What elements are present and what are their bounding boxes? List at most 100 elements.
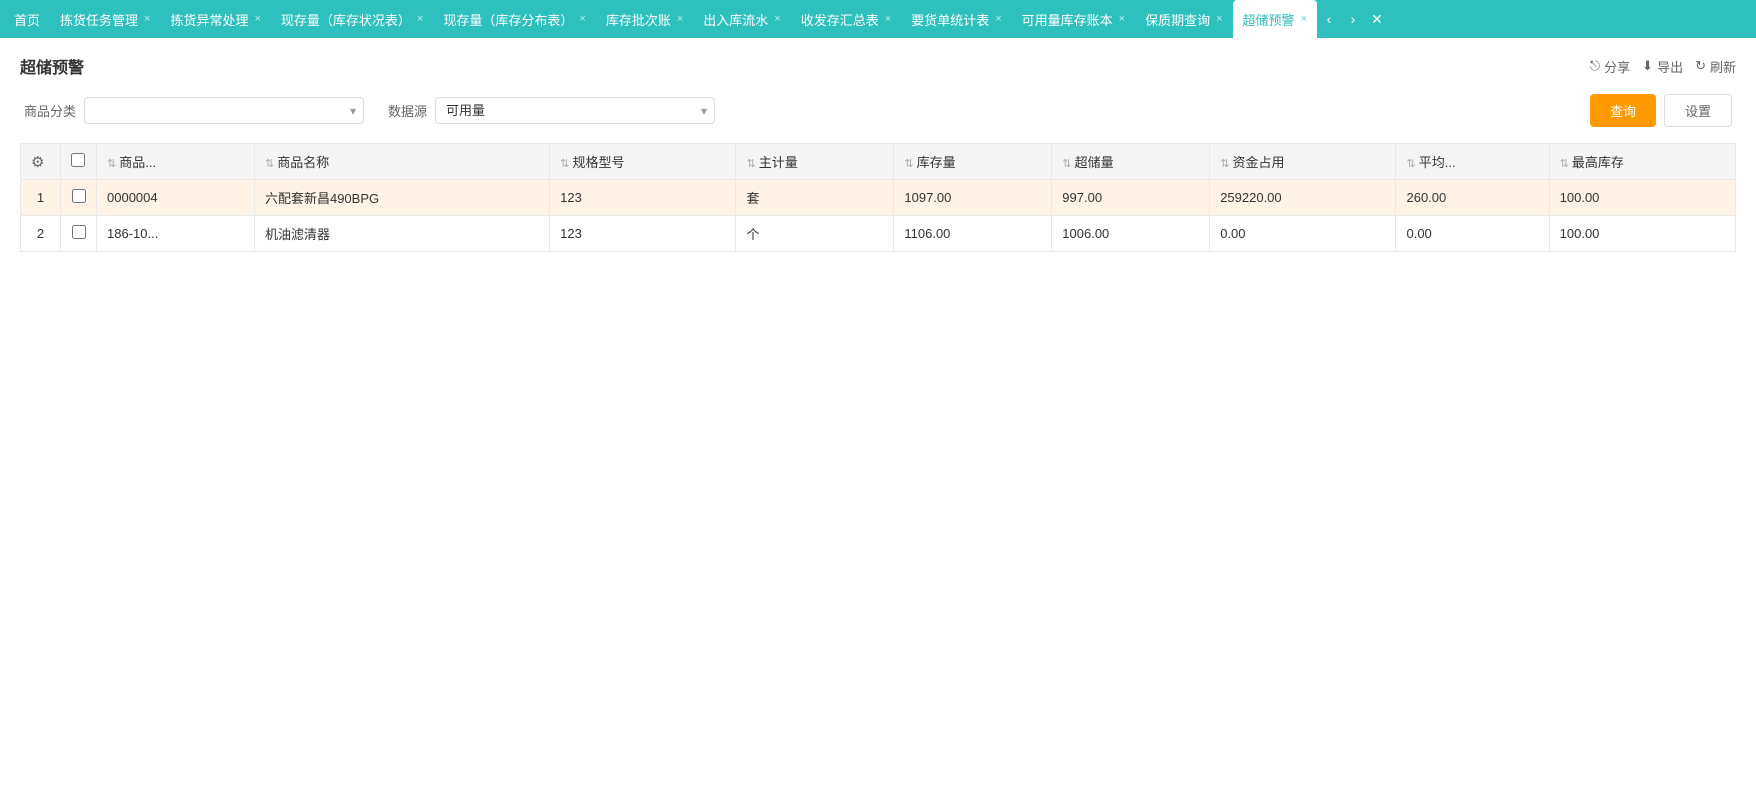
nav-tab-inventory-dist-close[interactable]: × [579, 13, 585, 25]
col-goods-code-header[interactable]: 商品... [97, 144, 255, 180]
goods-category-label: 商品分类 [24, 101, 76, 120]
table-row: 2 186-10... 机油滤清器 123 个 1106.00 1006.00 … [21, 216, 1736, 252]
nav-tab-inventory-dist[interactable]: 现存量（库存分布表） × [433, 0, 595, 38]
page-title: 超储预警 [20, 54, 84, 78]
row-index-1: 1 [21, 180, 61, 216]
nav-tab-available-account[interactable]: 可用量库存账本 × [1012, 0, 1135, 38]
nav-tab-recv-send-sum-close[interactable]: × [885, 13, 891, 25]
settings-gear-icon[interactable]: ⚙ [31, 153, 44, 171]
goods-category-select-wrapper [84, 97, 364, 124]
row-checkbox-1[interactable] [72, 189, 86, 203]
nav-tab-inventory-status[interactable]: 现存量（库存状况表） × [271, 0, 433, 38]
col-inventory-header[interactable]: 库存量 [894, 144, 1052, 180]
nav-tab-batch-account-label: 库存批次账 [606, 10, 671, 29]
nav-tab-exception-proc[interactable]: 拣货异常处理 × [160, 0, 270, 38]
filter-bar: 商品分类 数据源 可用量 库存量 查询 设置 [20, 94, 1736, 127]
share-icon: ⎋ [1590, 58, 1600, 74]
col-capital-occupy-header[interactable]: 资金占用 [1210, 144, 1396, 180]
row-unit-2: 个 [736, 216, 894, 252]
row-unit-1: 套 [736, 180, 894, 216]
nav-tab-recv-send-sum[interactable]: 收发存汇总表 × [791, 0, 901, 38]
nav-tab-batch-account-close[interactable]: × [677, 13, 683, 25]
refresh-button[interactable]: ↻ 刷新 [1695, 57, 1736, 76]
data-source-label: 数据源 [388, 101, 427, 120]
row-capital-occupy-1: 259220.00 [1210, 180, 1396, 216]
row-max-inventory-1: 100.00 [1549, 180, 1735, 216]
row-checkbox-cell-1 [61, 180, 97, 216]
nav-tab-overstock-warning-close[interactable]: × [1301, 13, 1307, 25]
goods-category-select[interactable] [84, 97, 364, 124]
row-overstock-2: 1006.00 [1052, 216, 1210, 252]
nav-tab-quality-query-close[interactable]: × [1216, 13, 1222, 25]
row-goods-name-1: 六配套新昌490BPG [254, 180, 549, 216]
col-max-inventory-header[interactable]: 最高库存 [1549, 144, 1735, 180]
row-spec-2: 123 [550, 216, 736, 252]
nav-tab-recv-send-sum-label: 收发存汇总表 [801, 10, 879, 29]
nav-tab-home[interactable]: 首页 [4, 0, 50, 38]
nav-tab-in-out-flow-close[interactable]: × [774, 13, 780, 25]
col-spec-header[interactable]: 规格型号 [550, 144, 736, 180]
action-buttons: 查询 设置 [1590, 94, 1732, 127]
nav-tab-overstock-warning[interactable]: 超储预警 × [1233, 0, 1317, 38]
nav-tab-task-mgmt-label: 拣货任务管理 [60, 10, 138, 29]
data-source-select[interactable]: 可用量 库存量 [435, 97, 715, 124]
nav-tab-home-label: 首页 [14, 10, 40, 29]
table-header-row: ⚙ 商品... 商品名称 规格型号 主计量 库存量 [21, 144, 1736, 180]
export-icon: ⬇ [1642, 58, 1653, 74]
row-spec-1: 123 [550, 180, 736, 216]
table-row: 1 0000004 六配套新昌490BPG 123 套 1097.00 997.… [21, 180, 1736, 216]
nav-tab-exception-proc-close[interactable]: × [254, 13, 260, 25]
col-unit-header[interactable]: 主计量 [736, 144, 894, 180]
nav-tab-inventory-status-close[interactable]: × [417, 13, 423, 25]
data-source-filter: 数据源 可用量 库存量 [388, 97, 715, 124]
row-overstock-1: 997.00 [1052, 180, 1210, 216]
row-inventory-2: 1106.00 [894, 216, 1052, 252]
row-avg-price-2: 0.00 [1396, 216, 1549, 252]
share-button[interactable]: ⎋ 分享 [1590, 57, 1630, 76]
nav-tab-order-stat-close[interactable]: × [995, 13, 1001, 25]
col-settings-header: ⚙ [21, 144, 61, 180]
top-nav: 首页 拣货任务管理 × 拣货异常处理 × 现存量（库存状况表） × 现存量（库存… [0, 0, 1756, 38]
nav-tab-in-out-flow[interactable]: 出入库流水 × [693, 0, 790, 38]
row-checkbox-cell-2 [61, 216, 97, 252]
select-all-checkbox[interactable] [71, 153, 85, 167]
nav-tab-batch-account[interactable]: 库存批次账 × [596, 0, 693, 38]
nav-tab-overstock-warning-label: 超储预警 [1243, 10, 1295, 29]
page-content: 超储预警 ⎋ 分享 ⬇ 导出 ↻ 刷新 商品分类 [0, 38, 1756, 268]
nav-arrow-left[interactable]: ‹ [1317, 0, 1341, 38]
col-checkbox-header [61, 144, 97, 180]
nav-tab-task-mgmt-close[interactable]: × [144, 13, 150, 25]
query-button[interactable]: 查询 [1590, 94, 1656, 127]
nav-tab-inventory-dist-label: 现存量（库存分布表） [443, 10, 573, 29]
data-source-select-wrapper: 可用量 库存量 [435, 97, 715, 124]
row-goods-code-2: 186-10... [97, 216, 255, 252]
row-checkbox-2[interactable] [72, 225, 86, 239]
row-inventory-1: 1097.00 [894, 180, 1052, 216]
row-goods-code-1: 0000004 [97, 180, 255, 216]
nav-tab-order-stat-label: 要货单统计表 [911, 10, 989, 29]
export-button[interactable]: ⬇ 导出 [1642, 57, 1683, 76]
row-capital-occupy-2: 0.00 [1210, 216, 1396, 252]
nav-tab-order-stat[interactable]: 要货单统计表 × [901, 0, 1011, 38]
nav-tab-task-mgmt[interactable]: 拣货任务管理 × [50, 0, 160, 38]
nav-tab-exception-proc-label: 拣货异常处理 [170, 10, 248, 29]
settings-button[interactable]: 设置 [1664, 94, 1732, 127]
col-goods-name-header[interactable]: 商品名称 [254, 144, 549, 180]
row-index-2: 2 [21, 216, 61, 252]
page-header: 超储预警 ⎋ 分享 ⬇ 导出 ↻ 刷新 [20, 54, 1736, 78]
nav-arrow-right[interactable]: › [1341, 0, 1365, 38]
nav-tab-inventory-status-label: 现存量（库存状况表） [281, 10, 411, 29]
col-overstock-header[interactable]: 超储量 [1052, 144, 1210, 180]
row-max-inventory-2: 100.00 [1549, 216, 1735, 252]
nav-tab-quality-query-label: 保质期查询 [1145, 10, 1210, 29]
refresh-icon: ↻ [1695, 58, 1706, 74]
col-avg-price-header[interactable]: 平均... [1396, 144, 1549, 180]
nav-tab-quality-query[interactable]: 保质期查询 × [1135, 0, 1232, 38]
nav-close-all[interactable]: ✕ [1365, 0, 1389, 38]
data-table: ⚙ 商品... 商品名称 规格型号 主计量 库存量 [20, 143, 1736, 252]
row-goods-name-2: 机油滤清器 [254, 216, 549, 252]
header-actions: ⎋ 分享 ⬇ 导出 ↻ 刷新 [1590, 57, 1736, 76]
row-avg-price-1: 260.00 [1396, 180, 1549, 216]
nav-tab-available-account-close[interactable]: × [1119, 13, 1125, 25]
nav-tab-available-account-label: 可用量库存账本 [1022, 10, 1113, 29]
